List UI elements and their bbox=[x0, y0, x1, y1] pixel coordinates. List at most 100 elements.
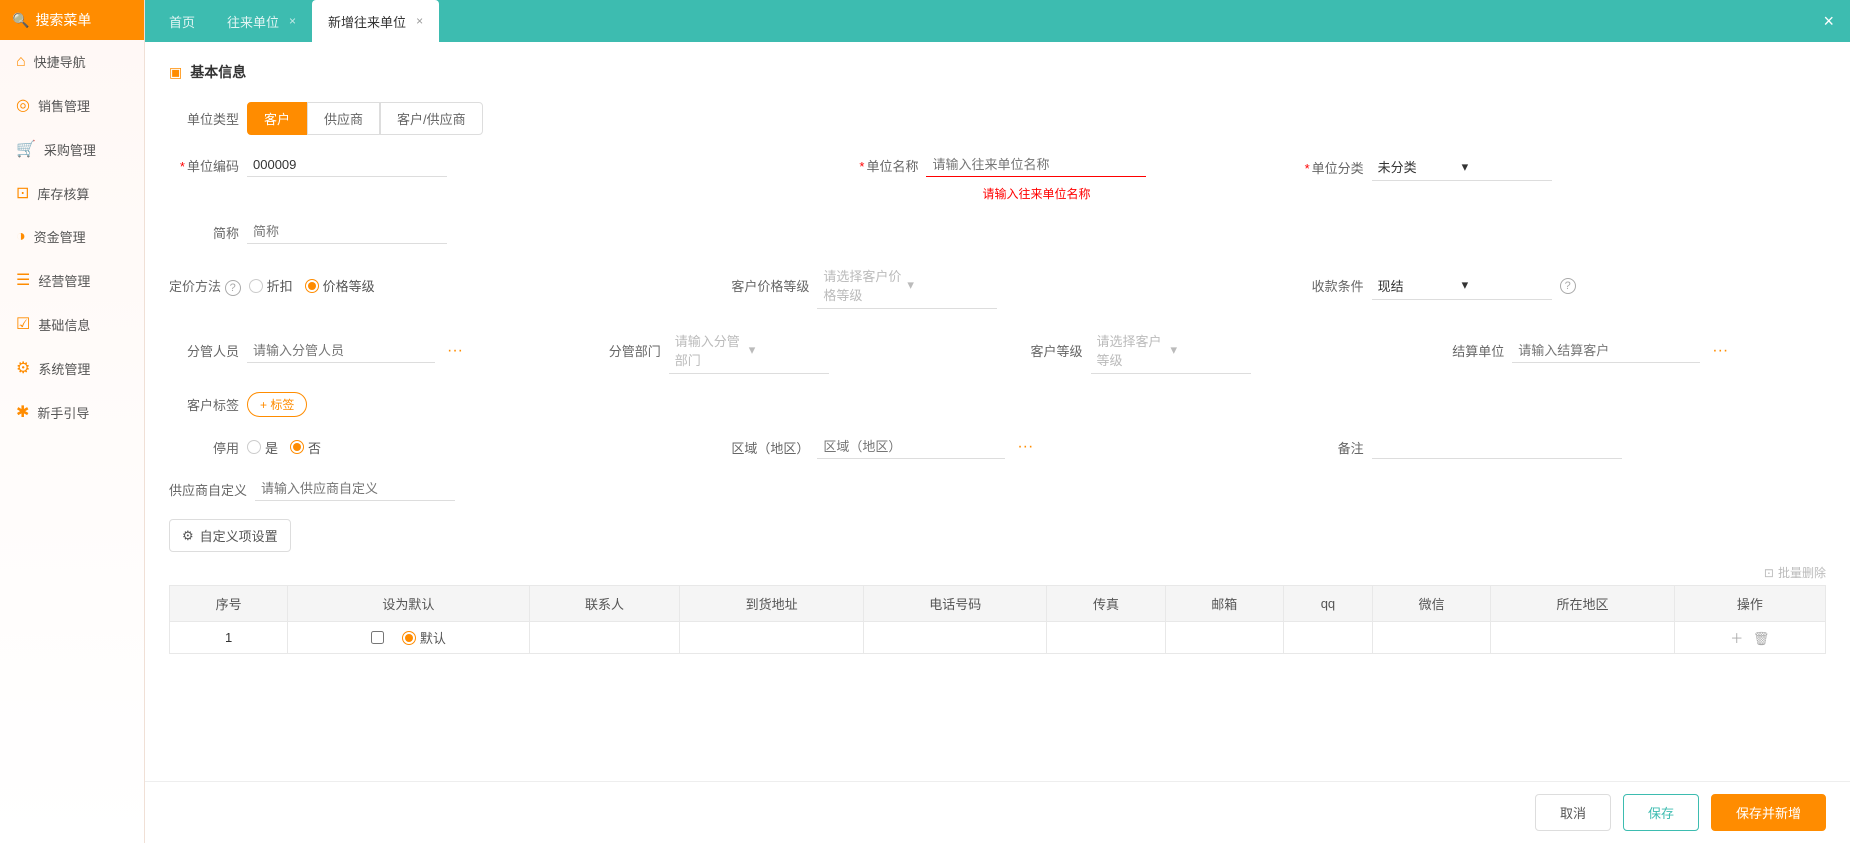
supplier-custom-row: 供应商自定义 bbox=[169, 477, 1826, 501]
customer-price-level-select[interactable]: 请选择客户价格等级 ▾ bbox=[817, 262, 997, 309]
settlement-more-icon[interactable]: ··· bbox=[1708, 342, 1732, 360]
section-header: ▣ 基本信息 bbox=[169, 62, 1826, 82]
disabled-yes-label: 是 bbox=[265, 438, 278, 457]
short-name-input[interactable] bbox=[247, 220, 447, 244]
unit-name-input[interactable] bbox=[926, 153, 1146, 177]
batch-delete-label[interactable]: 批量删除 bbox=[1778, 564, 1826, 581]
customer-level-field: 客户等级 请选择客户等级 ▾ bbox=[1013, 327, 1405, 374]
col-region: 所在地区 bbox=[1491, 586, 1675, 622]
section-icon: ▣ bbox=[169, 64, 182, 81]
disabled-yes-radio[interactable] bbox=[247, 440, 261, 454]
settlement-field: 结算单位 ··· bbox=[1434, 339, 1826, 363]
row-checkbox[interactable] bbox=[371, 631, 384, 644]
sidebar-item-purchase[interactable]: 🛒 采购管理 bbox=[0, 127, 144, 171]
sidebar-item-finance[interactable]: ◑ 资金管理 bbox=[0, 215, 144, 258]
customer-level-label: 客户等级 bbox=[1013, 341, 1083, 360]
cell-index: 1 bbox=[170, 622, 288, 654]
form-footer: 取消 保存 保存并新增 bbox=[145, 781, 1850, 843]
remark-input[interactable] bbox=[1372, 435, 1622, 459]
sidebar: 🔍 搜索菜单 ⌂ 快捷导航 ◎ 销售管理 🛒 采购管理 ⊡ 库存核算 ◑ 资金管… bbox=[0, 0, 145, 843]
disabled-no-label: 否 bbox=[308, 438, 321, 457]
sidebar-item-basic[interactable]: ☑ 基础信息 bbox=[0, 302, 144, 346]
area-input[interactable] bbox=[817, 435, 1005, 459]
manager-more-icon[interactable]: ··· bbox=[443, 342, 467, 360]
row-delete-icon[interactable]: 🗑 bbox=[1753, 631, 1770, 646]
pricing-discount[interactable]: 折扣 bbox=[249, 276, 293, 295]
dept-select[interactable]: 请输入分管部门 ▾ bbox=[669, 327, 829, 374]
customer-level-select[interactable]: 请选择客户等级 ▾ bbox=[1091, 327, 1251, 374]
tab-new-partner[interactable]: 新增往来单位 × bbox=[312, 0, 439, 42]
tab-partner-label: 往来单位 bbox=[227, 12, 279, 31]
unit-type-supplier[interactable]: 供应商 bbox=[307, 102, 380, 135]
unit-name-error: 请输入往来单位名称 bbox=[982, 187, 1090, 201]
save-new-button[interactable]: 保存并新增 bbox=[1711, 794, 1826, 831]
cancel-button[interactable]: 取消 bbox=[1535, 794, 1611, 831]
payment-help-icon[interactable]: ? bbox=[1560, 278, 1576, 294]
unit-code-label: *单位编码 bbox=[169, 156, 239, 175]
home-icon: ⌂ bbox=[16, 53, 26, 71]
payment-terms-value: 现结 bbox=[1378, 276, 1462, 295]
save-button[interactable]: 保存 bbox=[1623, 794, 1699, 831]
pricing-help-icon[interactable]: ? bbox=[225, 280, 241, 296]
disabled-no-radio[interactable] bbox=[290, 440, 304, 454]
search-icon: 🔍 bbox=[12, 12, 29, 29]
manager-input[interactable] bbox=[247, 339, 435, 363]
sidebar-search[interactable]: 🔍 搜索菜单 bbox=[0, 0, 144, 40]
custom-settings-button[interactable]: ⚙ 自定义项设置 bbox=[169, 519, 291, 552]
payment-terms-select[interactable]: 现结 ▾ bbox=[1372, 272, 1552, 300]
add-tag-button[interactable]: + 标签 bbox=[247, 392, 307, 417]
manager-label: 分管人员 bbox=[169, 341, 239, 360]
pricing-level[interactable]: 价格等级 bbox=[305, 276, 375, 295]
cell-region bbox=[1491, 622, 1675, 654]
inventory-icon: ⊡ bbox=[16, 183, 29, 203]
basic-icon: ☑ bbox=[16, 314, 30, 334]
supplier-custom-label: 供应商自定义 bbox=[169, 480, 247, 499]
supplier-custom-input[interactable] bbox=[255, 477, 455, 501]
row-add-icon[interactable]: ＋ bbox=[1730, 631, 1743, 646]
dept-field: 分管部门 请输入分管部门 ▾ bbox=[591, 327, 983, 374]
unit-category-select[interactable]: 未分类 ▾ bbox=[1372, 153, 1552, 181]
settlement-input[interactable] bbox=[1512, 339, 1700, 363]
pricing-level-radio[interactable] bbox=[305, 279, 319, 293]
sidebar-item-system[interactable]: ⚙ 系统管理 bbox=[0, 346, 144, 390]
sidebar-item-label: 系统管理 bbox=[38, 359, 90, 378]
pricing-method-field: 定价方法 ? 折扣 价格等级 bbox=[169, 276, 701, 296]
payment-chevron-icon: ▾ bbox=[1462, 277, 1546, 293]
window-close-button[interactable]: × bbox=[1815, 11, 1842, 32]
cell-address bbox=[680, 622, 864, 654]
tab-partner[interactable]: 往来单位 × bbox=[211, 0, 312, 42]
pricing-method-label: 定价方法 ? bbox=[169, 276, 241, 296]
col-fax: 传真 bbox=[1047, 586, 1165, 622]
sidebar-item-label: 基础信息 bbox=[38, 315, 90, 334]
customer-level-placeholder: 请选择客户等级 bbox=[1097, 331, 1171, 369]
sidebar-item-sales[interactable]: ◎ 销售管理 bbox=[0, 83, 144, 127]
cell-default: 默认 bbox=[288, 622, 529, 654]
default-radio[interactable] bbox=[402, 631, 416, 645]
disabled-no[interactable]: 否 bbox=[290, 438, 321, 457]
unit-type-group: 客户 供应商 客户/供应商 bbox=[247, 102, 483, 135]
table-row: 1 默认 bbox=[170, 622, 1826, 654]
area-more-icon[interactable]: ··· bbox=[1013, 438, 1037, 456]
customer-level-chevron-icon: ▾ bbox=[1171, 342, 1245, 358]
unit-type-customer[interactable]: 客户 bbox=[247, 102, 307, 135]
tab-new-partner-close[interactable]: × bbox=[416, 14, 423, 28]
sidebar-item-label: 采购管理 bbox=[44, 140, 96, 159]
operation-icon: ☰ bbox=[16, 270, 30, 290]
tab-partner-close[interactable]: × bbox=[289, 14, 296, 28]
unit-type-both[interactable]: 客户/供应商 bbox=[380, 102, 483, 135]
disabled-yes[interactable]: 是 bbox=[247, 438, 278, 457]
sidebar-item-quick-nav[interactable]: ⌂ 快捷导航 bbox=[0, 40, 144, 83]
customer-price-level-placeholder: 请选择客户价格等级 bbox=[823, 266, 907, 304]
tab-home[interactable]: 首页 bbox=[153, 0, 211, 42]
default-radio-item[interactable]: 默认 bbox=[402, 628, 446, 647]
cell-phone bbox=[863, 622, 1047, 654]
pricing-discount-radio[interactable] bbox=[249, 279, 263, 293]
unit-type-row: 单位类型 客户 供应商 客户/供应商 bbox=[169, 102, 1826, 135]
sidebar-search-label: 搜索菜单 bbox=[35, 10, 91, 30]
sidebar-item-inventory[interactable]: ⊡ 库存核算 bbox=[0, 171, 144, 215]
cell-fax bbox=[1047, 622, 1165, 654]
sidebar-item-guide[interactable]: ✱ 新手引导 bbox=[0, 390, 144, 434]
sidebar-item-operation[interactable]: ☰ 经营管理 bbox=[0, 258, 144, 302]
unit-code-input[interactable] bbox=[247, 153, 447, 177]
table-header-row: 序号 设为默认 联系人 到货地址 电话号码 传真 邮箱 qq 微信 所在地区 操… bbox=[170, 586, 1826, 622]
